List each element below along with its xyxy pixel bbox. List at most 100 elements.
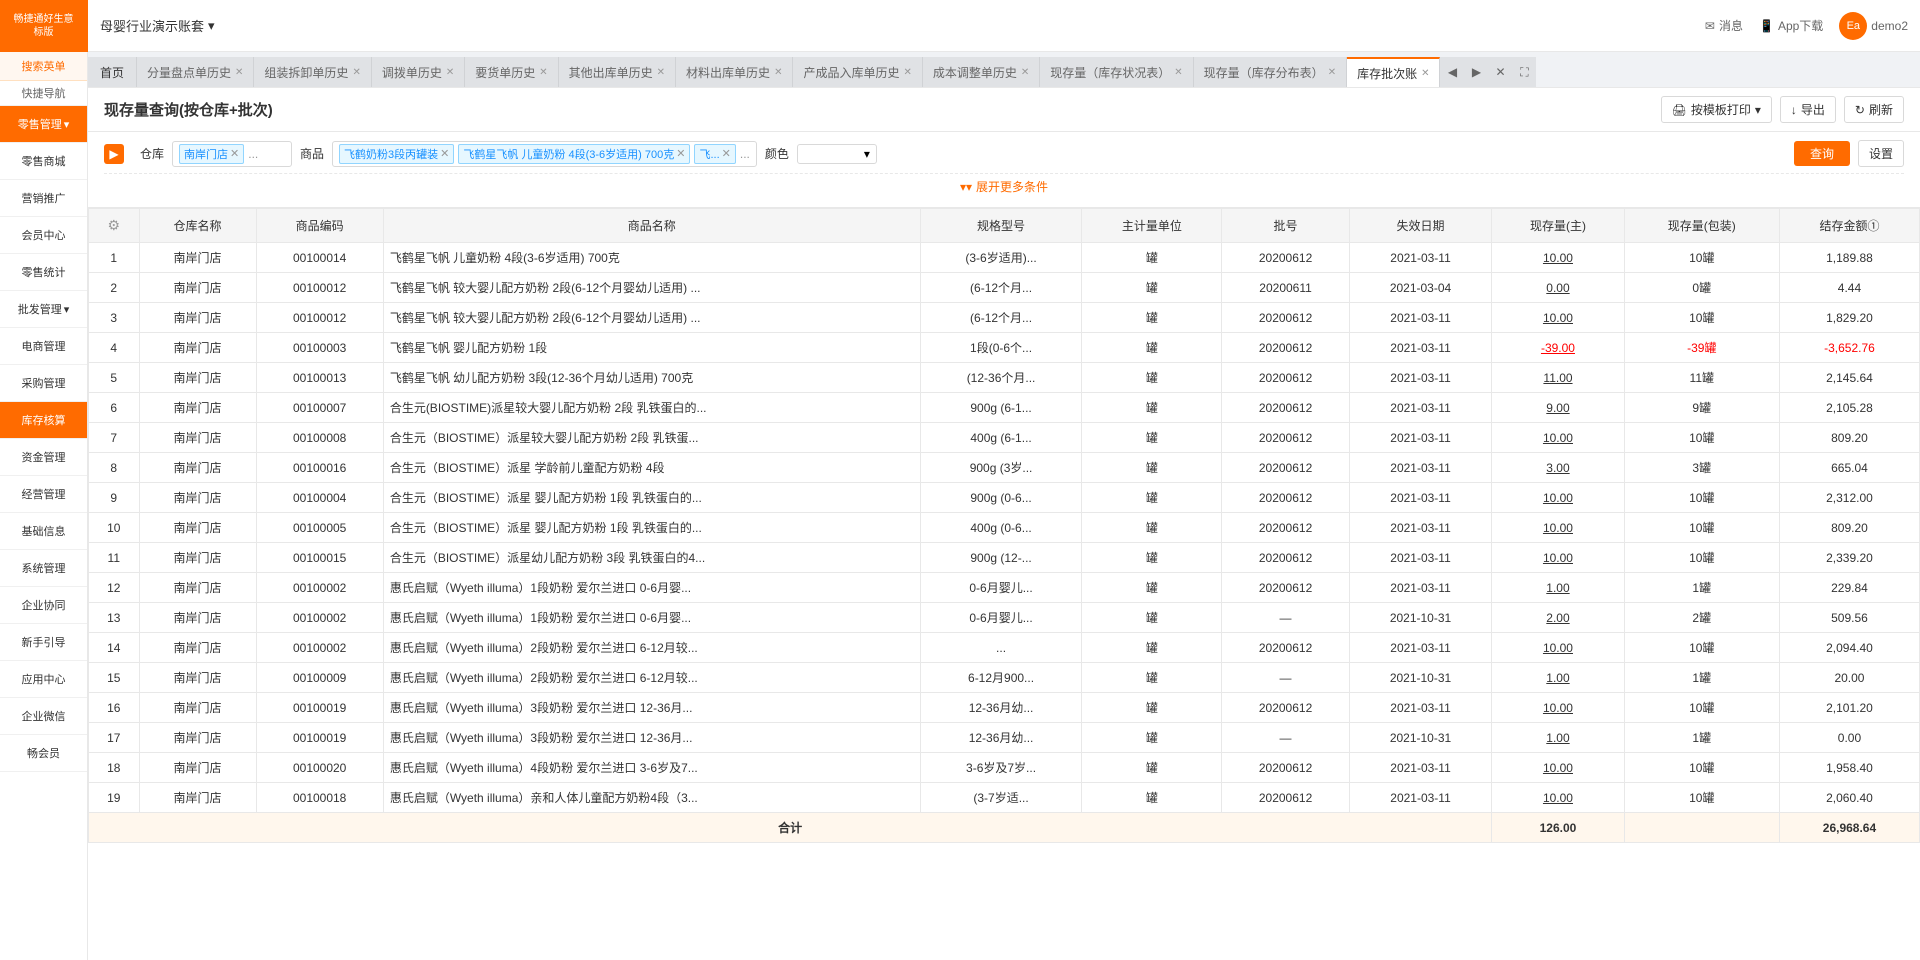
row-name: 惠氏启赋（Wyeth illuma）3段奶粉 爱尔兰进口 12-36月... — [383, 693, 920, 723]
row-stock-main[interactable]: 1.00 — [1492, 723, 1624, 753]
tab-qi-ta[interactable]: 其他出库单历史 ✕ — [559, 57, 676, 87]
sidebar-item-corp[interactable]: 企业协同 — [0, 587, 87, 624]
refresh-button[interactable]: ↻ 刷新 — [1844, 96, 1904, 123]
tab-home[interactable]: 首页 — [88, 57, 137, 87]
account-selector[interactable]: 母婴行业演示账套 ▾ — [100, 16, 215, 35]
export-button[interactable]: ↓ 导出 — [1780, 96, 1836, 123]
row-stock-main[interactable]: 10.00 — [1492, 243, 1624, 273]
sidebar-item-apps[interactable]: 应用中心 — [0, 661, 87, 698]
table-row: 10 南岸门店 00100005 合生元（BIOSTIME）派星 婴儿配方奶粉 … — [89, 513, 1920, 543]
row-stock-main[interactable]: 10.00 — [1492, 423, 1624, 453]
product-filter-input[interactable]: 飞鹤奶粉3段丙罐装 ✕ 飞鹤星飞帆 儿童奶粉 4段(3-6岁适用) 700克 ✕… — [332, 141, 757, 167]
sidebar-item-member2[interactable]: 畅会员 — [0, 735, 87, 772]
settings-button[interactable]: 设置 — [1858, 140, 1904, 167]
row-stock-main[interactable]: 1.00 — [1492, 663, 1624, 693]
product-tag-1-close[interactable]: ✕ — [440, 147, 449, 160]
sidebar-item-member[interactable]: 会员中心 — [0, 217, 87, 254]
row-stock-main[interactable]: 2.00 — [1492, 603, 1624, 633]
tab-yao-huo[interactable]: 要货单历史 ✕ — [465, 57, 558, 87]
query-button[interactable]: 查询 — [1794, 141, 1850, 166]
sidebar-item-ops[interactable]: 经营管理 — [0, 476, 87, 513]
tab-close-icon[interactable]: ✕ — [1421, 68, 1429, 79]
row-stock-main[interactable]: 1.00 — [1492, 573, 1624, 603]
tab-close-icon[interactable]: ✕ — [774, 67, 782, 78]
tab-close-icon[interactable]: ✕ — [903, 67, 911, 78]
sidebar-item-system[interactable]: 系统管理 — [0, 550, 87, 587]
row-stock-main[interactable]: 0.00 — [1492, 273, 1624, 303]
tab-cai-liao[interactable]: 材料出库单历史 ✕ — [676, 57, 793, 87]
sidebar-item-marketing[interactable]: 营销推广 — [0, 180, 87, 217]
tab-zu-chai[interactable]: 组装拆卸单历史 ✕ — [254, 57, 371, 87]
row-stock-main[interactable]: 10.00 — [1492, 783, 1624, 813]
product-tag-3-close[interactable]: ✕ — [722, 147, 731, 160]
tab-close-icon[interactable]: ✕ — [1174, 67, 1182, 78]
tab-fen-cang[interactable]: 分量盘点单历史 ✕ — [137, 57, 254, 87]
row-stock-main[interactable]: 10.00 — [1492, 693, 1624, 723]
product-more[interactable]: ... — [740, 147, 750, 161]
tab-ku-cun-pi[interactable]: 库存批次账 ✕ — [1347, 57, 1440, 87]
col-stock-main: 现存量(主) — [1492, 209, 1624, 243]
app-download-btn[interactable]: 📱 App下载 — [1759, 17, 1823, 34]
tab-nav-prev[interactable]: ◀ — [1440, 57, 1464, 87]
sidebar-quick-nav[interactable]: 快捷导航 — [0, 81, 87, 106]
row-stock-main[interactable]: 10.00 — [1492, 753, 1624, 783]
row-stock-pkg: 1罐 — [1624, 573, 1779, 603]
template-print-button[interactable]: 🖨 按模板打印 ▾ — [1661, 96, 1772, 123]
sidebar-item-retail[interactable]: 零售管理 ▾ — [0, 106, 87, 143]
tab-xian-cun2[interactable]: 现存量（库存分布表） ✕ — [1194, 57, 1347, 87]
row-stock-main[interactable]: 11.00 — [1492, 363, 1624, 393]
account-name: 母婴行业演示账套 — [100, 16, 204, 35]
tab-cheng-ben[interactable]: 成本调整单历史 ✕ — [923, 57, 1040, 87]
col-gear[interactable]: ⚙ — [89, 209, 140, 243]
row-unit: 罐 — [1082, 693, 1222, 723]
row-name: 惠氏启赋（Wyeth illuma）3段奶粉 爱尔兰进口 12-36月... — [383, 723, 920, 753]
user-avatar-area[interactable]: Ea demo2 — [1839, 12, 1908, 40]
row-stock-main[interactable]: 10.00 — [1492, 543, 1624, 573]
tab-close-icon[interactable]: ✕ — [1328, 67, 1336, 78]
row-stock-main[interactable]: 9.00 — [1492, 393, 1624, 423]
expand-more-btn[interactable]: ▾▾ 展开更多条件 — [960, 178, 1048, 195]
row-stock-main[interactable]: 3.00 — [1492, 453, 1624, 483]
tab-nav-next[interactable]: ▶ — [1464, 57, 1488, 87]
row-stock-main[interactable]: 10.00 — [1492, 513, 1624, 543]
message-btn[interactable]: ✉ 消息 — [1705, 17, 1743, 34]
sidebar-item-ecomm[interactable]: 电商管理 — [0, 328, 87, 365]
warehouse-more[interactable]: ... — [248, 147, 258, 161]
product-tag-2-close[interactable]: ✕ — [676, 147, 685, 160]
tab-close-icon[interactable]: ✕ — [539, 67, 547, 78]
app-download-label: App下载 — [1778, 17, 1823, 34]
tab-close-icon[interactable]: ✕ — [446, 67, 454, 78]
tab-chan-cheng[interactable]: 产成品入库单历史 ✕ — [793, 57, 922, 87]
row-stock-main[interactable]: 10.00 — [1492, 633, 1624, 663]
tab-xian-cun1[interactable]: 现存量（库存状况表） ✕ — [1040, 57, 1193, 87]
tab-tiao-bo[interactable]: 调拨单历史 ✕ — [372, 57, 465, 87]
sidebar-item-purchase[interactable]: 采购管理 — [0, 365, 87, 402]
sidebar-item-retail-shop[interactable]: 零售商城 — [0, 143, 87, 180]
tab-maximize[interactable]: ⛶ — [1512, 57, 1536, 87]
sidebar-item-batch[interactable]: 批发管理 ▾ — [0, 291, 87, 328]
row-stock-main[interactable]: 10.00 — [1492, 303, 1624, 333]
gear-icon[interactable]: ⚙ — [107, 217, 120, 233]
sidebar-search[interactable]: 搜索英单 — [0, 52, 87, 81]
filter-toggle: ▶ — [104, 144, 124, 164]
tab-close-icon[interactable]: ✕ — [1021, 67, 1029, 78]
row-stock-main[interactable]: -39.00 — [1492, 333, 1624, 363]
sidebar-item-corp-wechat[interactable]: 企业微信 — [0, 698, 87, 735]
sidebar-item-newbie[interactable]: 新手引导 — [0, 624, 87, 661]
tab-close-current[interactable]: ✕ — [1488, 57, 1512, 87]
row-batch: 20200612 — [1222, 693, 1349, 723]
sidebar-item-retail-stat[interactable]: 零售统计 — [0, 254, 87, 291]
row-spec: (6-12个月... — [920, 273, 1082, 303]
tab-close-icon[interactable]: ✕ — [235, 67, 243, 78]
tab-close-icon[interactable]: ✕ — [352, 67, 360, 78]
warehouse-tag-close[interactable]: ✕ — [230, 147, 239, 160]
sidebar-item-inventory[interactable]: 库存核算 — [0, 402, 87, 439]
sidebar-item-finance[interactable]: 资金管理 — [0, 439, 87, 476]
page-actions: 🖨 按模板打印 ▾ ↓ 导出 ↻ 刷新 — [1661, 96, 1904, 123]
row-stock-main[interactable]: 10.00 — [1492, 483, 1624, 513]
sidebar-item-basic[interactable]: 基础信息 — [0, 513, 87, 550]
tab-close-icon[interactable]: ✕ — [657, 67, 665, 78]
warehouse-filter-input[interactable]: 南岸门店 ✕ ... — [172, 141, 292, 167]
filter-expand-btn[interactable]: ▶ — [104, 144, 124, 164]
color-filter-input[interactable]: ▾ — [797, 144, 877, 164]
